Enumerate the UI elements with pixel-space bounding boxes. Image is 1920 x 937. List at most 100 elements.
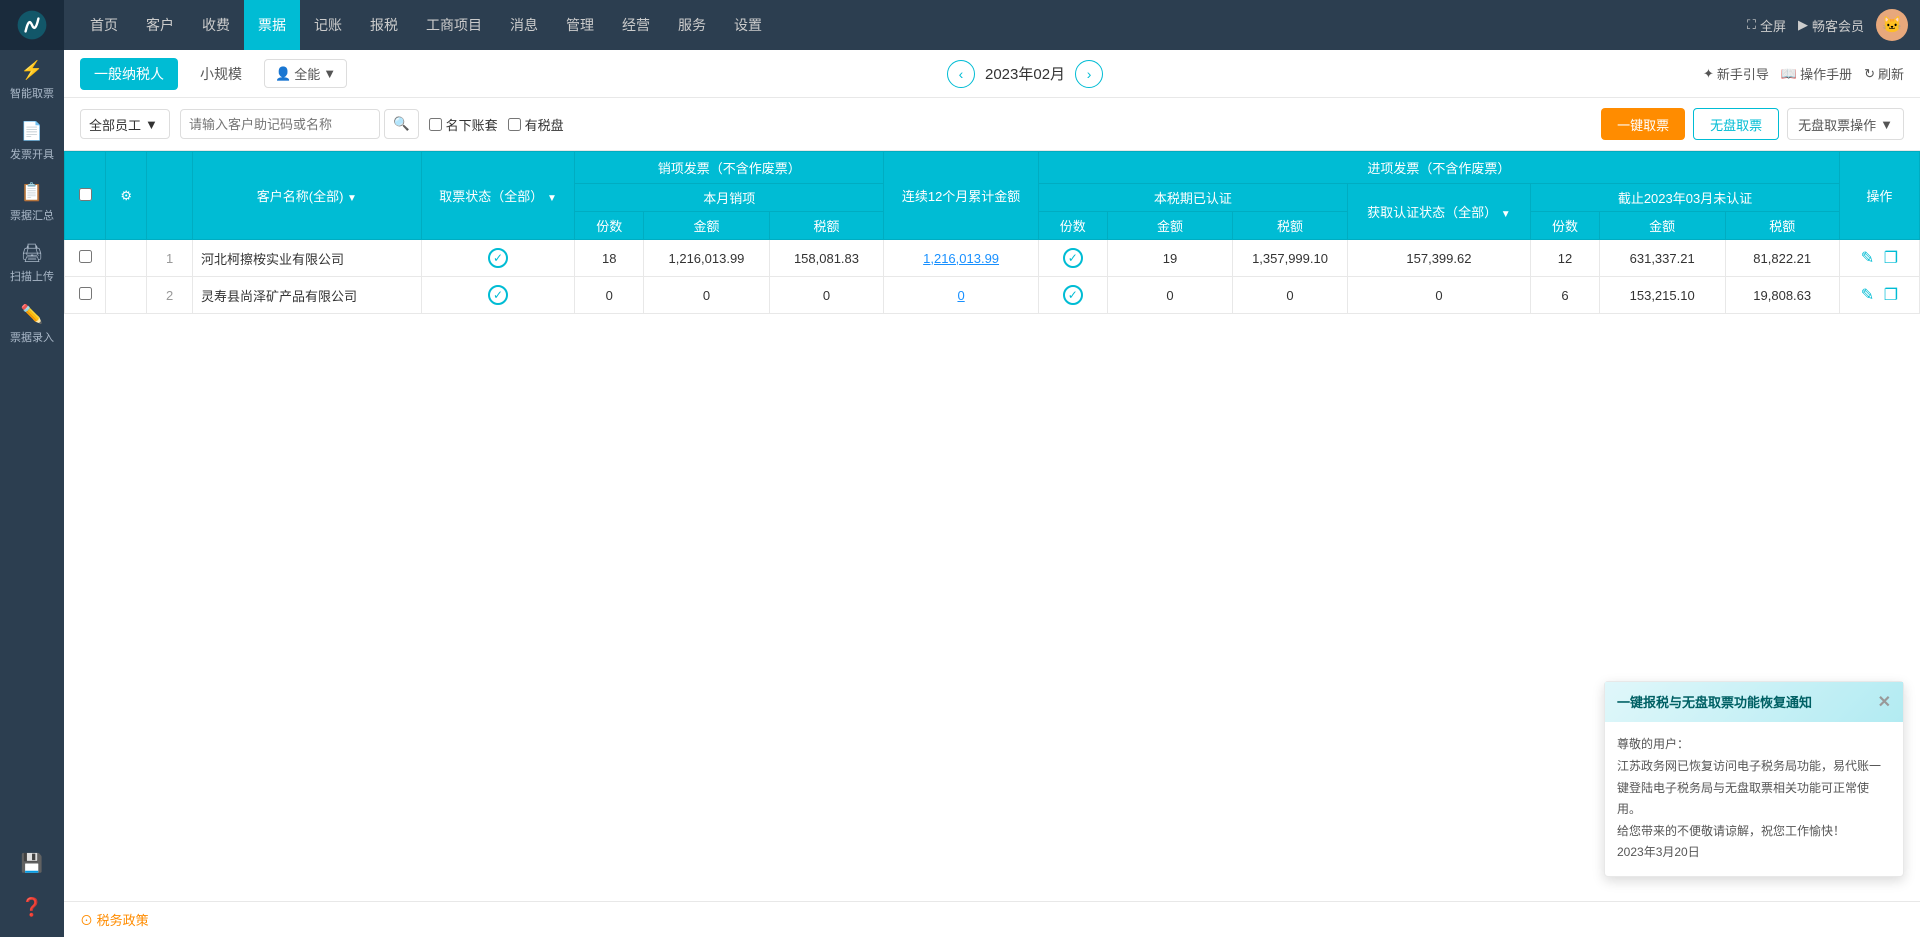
th-cert-status: 获取认证状态（全部） ▼ [1347,184,1531,240]
one-click-fetch-btn[interactable]: 一键取票 [1601,108,1685,140]
fullscreen-icon: ⛶ [1747,17,1756,33]
copy-icon[interactable]: ❐ [1884,250,1898,267]
copy-icon[interactable]: ❐ [1884,287,1898,304]
toolbar-right-buttons: 一键取票 无盘取票 无盘取票操作 ▼ [1601,108,1904,140]
lightning-icon: ⚡ [21,60,43,81]
refresh-icon: ↻ [1864,66,1875,82]
row-monthly-tax: 0 [769,277,883,314]
edit-icon[interactable]: ✎ [1861,250,1874,267]
manual-btn[interactable]: 📖 操作手册 [1781,64,1852,83]
search-input[interactable] [180,109,380,139]
nav-bookkeeping[interactable]: 记账 [300,0,356,50]
nav-billing[interactable]: 收费 [188,0,244,50]
notification-header: 一键报税与无盘取票功能恢复通知 ✕ [1605,682,1903,722]
table-body: 1 河北柯擦桉实业有限公司 ✓ 18 1,216,013.99 158,081.… [65,240,1920,314]
guide-btn[interactable]: ✦ 新手引导 [1703,64,1769,83]
row-12m-link[interactable]: 0 [957,288,964,303]
th-12m: 连续12个月累计金额 [884,152,1039,240]
row-cert-status: ✓ [1039,240,1108,277]
nav-biz[interactable]: 工商项目 [412,0,496,50]
nodisk-ops-btn[interactable]: 无盘取票操作 ▼ [1787,108,1904,140]
row-cert-status: ✓ [1039,277,1108,314]
th-checkbox [65,152,106,240]
th-sales-group: 销项发票（不含作废票） [575,152,884,184]
sidebar: ⚡ 智能取票 📄 发票开具 📋 票据汇总 🖨 扫描上传 ✏️ 票据录入 💾 ❓ [0,0,64,937]
next-month-btn[interactable]: › [1075,60,1103,88]
th-monthly-amount: 金额 [644,212,770,240]
play-icon: ▶ [1798,17,1808,33]
notification-title: 一键报税与无盘取票功能恢复通知 [1617,692,1812,711]
fetch-status-filter-icon[interactable]: ▼ [547,193,557,204]
fullscreen-btn[interactable]: ⛶ 全屏 [1747,16,1786,35]
nav-client[interactable]: 客户 [132,0,188,50]
chevron-down-icon: ▼ [323,66,336,81]
cert-filter-icon[interactable]: ▼ [1501,209,1511,220]
nav-tax[interactable]: 报税 [356,0,412,50]
sidebar-item-scan-upload[interactable]: 🖨 扫描上传 [0,233,64,294]
refresh-btn[interactable]: ↻ 刷新 [1864,64,1904,83]
document-icon: 📄 [21,121,43,142]
row-action-cell [106,240,147,277]
nodisk-fetch-btn[interactable]: 无盘取票 [1693,108,1779,140]
row-customer: 灵寿县尚泽矿产品有限公司 [193,277,422,314]
row-checkbox[interactable] [79,250,92,263]
row-number: 2 [147,277,193,314]
select-all-checkbox[interactable] [79,188,92,201]
sidebar-bottom: 💾 ❓ [0,843,64,937]
has-tax-checkbox[interactable]: 有税盘 [508,115,564,134]
member-btn[interactable]: ▶ 畅客会员 [1798,16,1864,35]
row-uncert-tax: 81,822.21 [1725,240,1839,277]
employee-select[interactable]: 全部员工 ▼ [80,109,170,139]
person-icon: 👤 [275,66,291,82]
sidebar-item-smart-fetch[interactable]: ⚡ 智能取票 [0,50,64,111]
edit-icon[interactable]: ✎ [1861,287,1874,304]
row-current-amount: 1,357,999.10 [1233,240,1347,277]
th-uncertified: 截止2023年03月未认证 [1531,184,1840,212]
sidebar-help-btn[interactable]: ❓ [0,887,64,927]
tab-small[interactable]: 小规模 [186,58,256,90]
nav-home[interactable]: 首页 [76,0,132,50]
nav-right: ⛶ 全屏 ▶ 畅客会员 🐱 [1747,9,1908,41]
nav-manage[interactable]: 管理 [552,0,608,50]
sidebar-download-btn[interactable]: 💾 [0,843,64,883]
top-nav: 首页 客户 收费 票据 记账 报税 工商项目 消息 管理 经营 服务 设置 ⛶ … [64,0,1920,50]
notification-close-btn[interactable]: ✕ [1878,692,1891,712]
nav-settings[interactable]: 设置 [720,0,776,50]
row-12m-link[interactable]: 1,216,013.99 [923,251,999,266]
nav-message[interactable]: 消息 [496,0,552,50]
user-avatar[interactable]: 🐱 [1876,9,1908,41]
search-btn[interactable]: 🔍 [384,109,419,139]
th-current-certified: 本税期已认证 [1039,184,1348,212]
th-monthly-sales: 本月销项 [575,184,884,212]
row-current-tax: 157,399.62 [1347,240,1531,277]
tab-all[interactable]: 👤 全能 ▼ [264,59,347,88]
nav-invoice[interactable]: 票据 [244,0,300,50]
row-uncert-count: 6 [1531,277,1600,314]
th-num [147,152,193,240]
invoice-table: ⚙ 客户名称(全部) ▼ 取票状态（全部） ▼ 销项发票（不含作废票） [64,151,1920,314]
row-monthly-count: 0 [575,277,644,314]
sidebar-item-data-entry[interactable]: ✏️ 票据录入 [0,294,64,355]
sidebar-item-issue-invoice[interactable]: 📄 发票开具 [0,111,64,172]
tax-policy-link[interactable]: ⊙ 税务政策 [80,910,149,929]
notification-scroll[interactable]: 尊敬的用户：江苏政务网已恢复访问电子税务局功能，易代账一键登陆电子税务局与无盘取… [1605,722,1903,876]
customer-filter-icon[interactable]: ▼ [347,193,357,204]
row-current-count: 0 [1107,277,1233,314]
row-checkbox[interactable] [79,287,92,300]
tab-general[interactable]: 一般纳税人 [80,58,178,90]
sidebar-item-invoice-summary[interactable]: 📋 票据汇总 [0,172,64,233]
toolbar: 全部员工 ▼ 🔍 名下账套 有税盘 一键取票 无盘取票 无盘取票操作 ▼ [64,98,1920,151]
row-operations: ✎ ❐ [1839,277,1919,314]
row-checkbox-cell[interactable] [65,277,106,314]
th-current-amount: 金额 [1107,212,1233,240]
nav-service[interactable]: 服务 [664,0,720,50]
prev-month-btn[interactable]: ‹ [947,60,975,88]
row-checkbox-cell[interactable] [65,240,106,277]
fetch-status-check-icon: ✓ [488,285,508,305]
my-account-checkbox[interactable]: 名下账套 [429,115,498,134]
cert-status-check-icon: ✓ [1063,248,1083,268]
nav-operate[interactable]: 经营 [608,0,664,50]
row-number: 1 [147,240,193,277]
th-current-tax: 税额 [1233,212,1347,240]
notification-body: 尊敬的用户：江苏政务网已恢复访问电子税务局功能，易代账一键登陆电子税务局与无盘取… [1605,722,1903,876]
